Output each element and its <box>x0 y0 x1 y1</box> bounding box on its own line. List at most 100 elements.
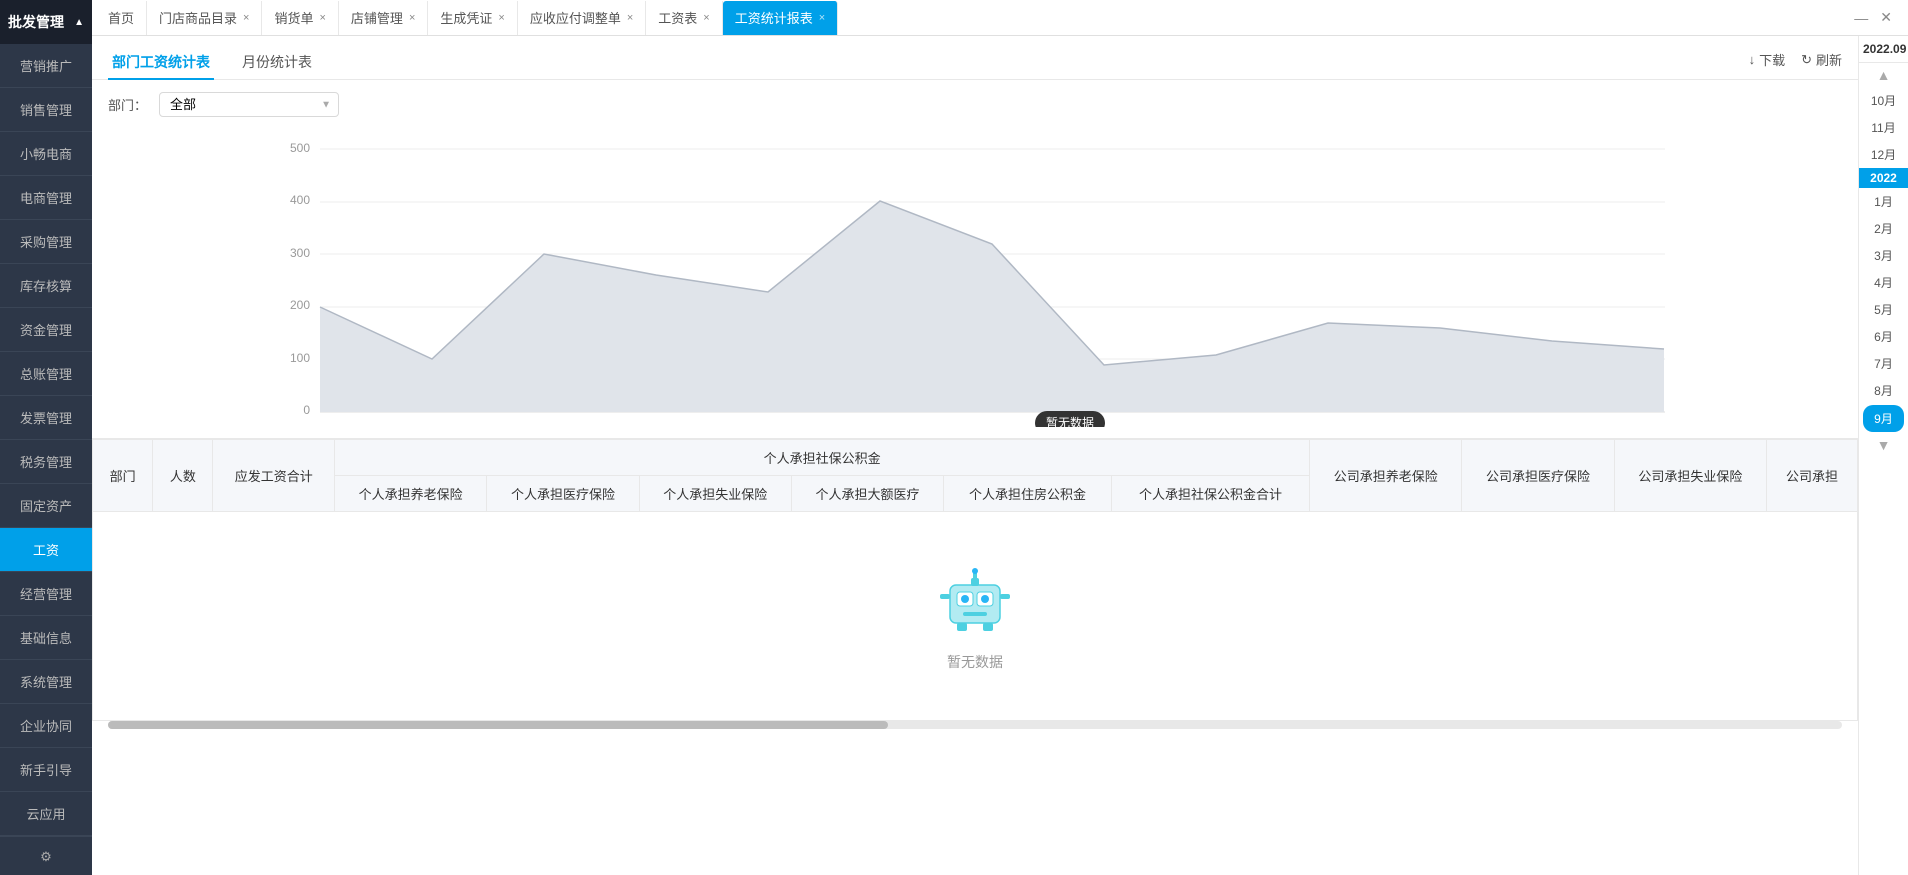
sidebar-item-basic[interactable]: 基础信息 <box>0 616 92 660</box>
dept-select[interactable]: 全部销售部财务部人事部技术部 <box>159 92 339 117</box>
timeline-item-8月[interactable]: 8月 <box>1859 377 1908 404</box>
sidebar-item-ecommerce-small[interactable]: 小畅电商 <box>0 132 92 176</box>
timeline-item-10月[interactable]: 10月 <box>1859 87 1908 114</box>
timeline-item-7月[interactable]: 7月 <box>1859 350 1908 377</box>
timeline-current-date: 2022.09 <box>1859 36 1908 63</box>
th-company-pension: 公司承担养老保险 <box>1310 440 1462 512</box>
th-personal-medical: 个人承担医疗保险 <box>487 476 639 512</box>
window-minimize-button[interactable]: — <box>1850 8 1872 28</box>
download-button[interactable]: ↓ 下载 <box>1749 50 1786 69</box>
sub-tabs: 部门工资统计表月份统计表 ↓ 下载 ↻ 刷新 <box>92 36 1858 80</box>
timeline-item-9月[interactable]: 9月 <box>1863 405 1904 432</box>
timeline-down-button[interactable]: ▼ <box>1873 433 1895 457</box>
sidebar-header[interactable]: 批发管理 ▲ <box>0 0 92 44</box>
svg-text:200: 200 <box>290 298 310 312</box>
no-data-text: 暂无数据 <box>947 652 1003 672</box>
tab-home[interactable]: 首页 <box>96 1 147 35</box>
sidebar-item-salary[interactable]: 工资 <box>0 528 92 572</box>
tab-payroll[interactable]: 工资表× <box>646 1 722 35</box>
tab-label-payroll-report: 工资统计报表 <box>735 8 813 27</box>
sidebar-footer-settings[interactable]: ⚙ <box>0 836 92 875</box>
tab-store-catalog[interactable]: 门店商品目录 × <box>147 1 262 35</box>
sidebar-item-ledger[interactable]: 总账管理 <box>0 352 92 396</box>
tab-label-ar-ap: 应收应付调整单 <box>530 8 621 27</box>
timeline-panel: 2022.09 ▲ 10月11月12月20221月2月3月4月5月6月7月8月9… <box>1858 36 1908 875</box>
tab-close-store-manage[interactable]: × <box>409 12 415 24</box>
table-section: 部门 人数 应发工资合计 个人承担社保公积金 公司承担养老保险 公司承担医疗保险… <box>92 438 1858 875</box>
th-company-unemployment: 公司承担失业保险 <box>1614 440 1766 512</box>
main-area: 首页门店商品目录×销货单×店铺管理×生成凭证×应收应付调整单×工资表×工资统计报… <box>92 0 1908 875</box>
tab-label-store-manage: 店铺管理 <box>351 8 403 27</box>
sidebar: 批发管理 ▲ 营销推广销售管理小畅电商电商管理采购管理库存核算资金管理总账管理发… <box>0 0 92 875</box>
svg-text:300: 300 <box>290 246 310 260</box>
tab-close-voucher[interactable]: × <box>498 12 504 24</box>
timeline-item-6月[interactable]: 6月 <box>1859 323 1908 350</box>
tab-close-ar-ap[interactable]: × <box>627 12 633 24</box>
timeline-item-3月[interactable]: 3月 <box>1859 242 1908 269</box>
tab-voucher[interactable]: 生成凭证 × <box>428 1 517 35</box>
th-personal-critical: 个人承担大额医疗 <box>791 476 943 512</box>
timeline-item-11月[interactable]: 11月 <box>1859 114 1908 141</box>
sub-tabs-left: 部门工资统计表月份统计表 <box>108 46 316 79</box>
refresh-label: 刷新 <box>1816 50 1842 69</box>
tab-payroll-report[interactable]: 工资统计报表 × <box>723 1 838 35</box>
chart-svg: 500 400 300 200 100 0 <box>108 137 1842 427</box>
main-content: 部门工资统计表月份统计表 ↓ 下载 ↻ 刷新 部门： 全部销售部 <box>92 36 1858 875</box>
svg-text:暂无数据: 暂无数据 <box>1046 415 1094 427</box>
th-personal-group: 个人承担社保公积金 <box>335 440 1310 476</box>
tab-close-payroll-report[interactable]: × <box>819 12 825 24</box>
tab-ar-ap[interactable]: 应收应付调整单 × <box>518 1 646 35</box>
sidebar-arrow-icon: ▲ <box>74 17 84 28</box>
sidebar-item-finance[interactable]: 资金管理 <box>0 308 92 352</box>
sidebar-item-operations[interactable]: 经营管理 <box>0 572 92 616</box>
svg-text:500: 500 <box>290 141 310 155</box>
tab-label-store-catalog: 门店商品目录 <box>159 8 237 27</box>
refresh-icon: ↻ <box>1801 52 1812 68</box>
sidebar-item-assets[interactable]: 固定资产 <box>0 484 92 528</box>
timeline-item-5月[interactable]: 5月 <box>1859 296 1908 323</box>
th-dept: 部门 <box>93 440 153 512</box>
chart-container: 500 400 300 200 100 0 <box>92 129 1858 438</box>
sidebar-item-ecommerce[interactable]: 电商管理 <box>0 176 92 220</box>
sidebar-title: 批发管理 <box>8 12 64 32</box>
timeline-item-4月[interactable]: 4月 <box>1859 269 1908 296</box>
tab-label-home: 首页 <box>108 8 134 27</box>
sidebar-item-newbie[interactable]: 新手引导 <box>0 748 92 792</box>
tab-close-sales-order[interactable]: × <box>319 12 325 24</box>
sidebar-item-sales[interactable]: 销售管理 <box>0 88 92 132</box>
timeline-year-2022: 2022 <box>1859 168 1908 188</box>
no-data-area: 暂无数据 <box>105 520 1845 712</box>
tab-label-voucher: 生成凭证 <box>440 8 492 27</box>
tab-sales-order[interactable]: 销货单× <box>262 1 338 35</box>
window-close-button[interactable]: ✕ <box>1876 7 1896 28</box>
sidebar-item-enterprise[interactable]: 企业协同 <box>0 704 92 748</box>
sidebar-item-procurement[interactable]: 采购管理 <box>0 220 92 264</box>
refresh-button[interactable]: ↻ 刷新 <box>1801 50 1842 69</box>
download-icon: ↓ <box>1749 52 1756 67</box>
timeline-up-button[interactable]: ▲ <box>1873 63 1895 87</box>
scroll-thumb[interactable] <box>108 721 888 729</box>
sidebar-item-tax[interactable]: 税务管理 <box>0 440 92 484</box>
sidebar-item-inventory[interactable]: 库存核算 <box>0 264 92 308</box>
timeline-item-2月[interactable]: 2月 <box>1859 215 1908 242</box>
sub-tabs-right: ↓ 下载 ↻ 刷新 <box>1749 50 1842 75</box>
sub-tab-month-stats[interactable]: 月份统计表 <box>238 46 316 80</box>
timeline-item-12月[interactable]: 12月 <box>1859 141 1908 168</box>
svg-text:400: 400 <box>290 193 310 207</box>
dept-select-wrapper[interactable]: 全部销售部财务部人事部技术部 <box>159 92 339 117</box>
content-area: 部门工资统计表月份统计表 ↓ 下载 ↻ 刷新 部门： 全部销售部 <box>92 36 1908 875</box>
svg-text:100: 100 <box>290 351 310 365</box>
sub-tab-dept-stats[interactable]: 部门工资统计表 <box>108 46 214 80</box>
timeline-item-1月[interactable]: 1月 <box>1859 188 1908 215</box>
th-personal-unemployment: 个人承担失业保险 <box>639 476 791 512</box>
tab-close-payroll[interactable]: × <box>703 12 709 24</box>
sidebar-item-cloud[interactable]: 云应用 <box>0 792 92 836</box>
sidebar-item-marketing[interactable]: 营销推广 <box>0 44 92 88</box>
th-personal-total: 个人承担社保公积金合计 <box>1111 476 1309 512</box>
sidebar-item-invoice[interactable]: 发票管理 <box>0 396 92 440</box>
tab-store-manage[interactable]: 店铺管理 × <box>339 1 428 35</box>
horizontal-scrollbar[interactable] <box>108 721 1842 729</box>
sidebar-item-system[interactable]: 系统管理 <box>0 660 92 704</box>
tab-close-store-catalog[interactable]: × <box>243 12 249 24</box>
tab-bar: 首页门店商品目录×销货单×店铺管理×生成凭证×应收应付调整单×工资表×工资统计报… <box>92 0 1908 36</box>
